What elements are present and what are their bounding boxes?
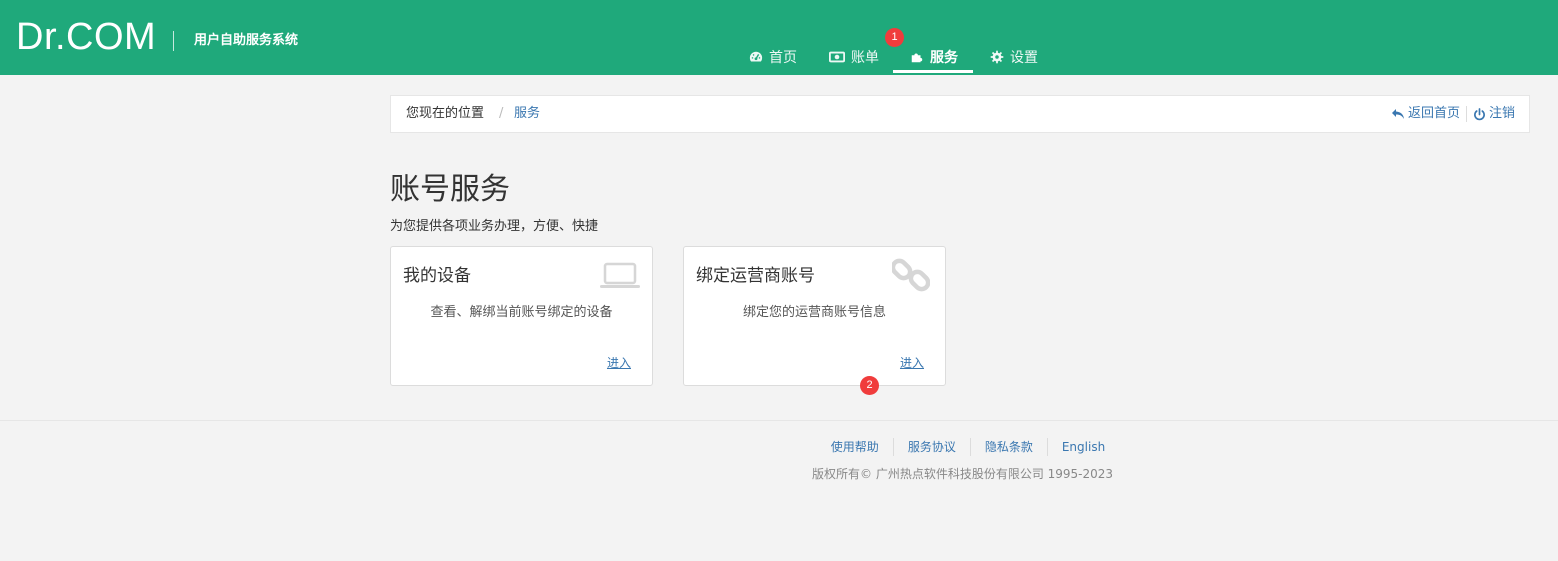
top-header: Dr.COM 用户自助服务系统 首页 账单 服务 设置 1 bbox=[0, 0, 1558, 75]
logo[interactable]: Dr.COM bbox=[16, 14, 156, 60]
nav-service[interactable]: 服务 bbox=[910, 40, 958, 73]
page-title: 账号服务 bbox=[390, 172, 510, 207]
nav-settings[interactable]: 设置 bbox=[990, 40, 1038, 73]
puzzle-icon bbox=[911, 53, 923, 62]
power-icon bbox=[1474, 107, 1485, 120]
nav-settings-label: 设置 bbox=[1010, 49, 1038, 66]
nav-service-label: 服务 bbox=[930, 49, 958, 66]
system-subtitle: 用户自助服务系统 bbox=[194, 33, 299, 48]
laptop-icon bbox=[600, 262, 640, 288]
card-my-devices[interactable]: 我的设备 查看、解绑当前账号绑定的设备 进入 bbox=[390, 246, 653, 386]
back-home-link[interactable]: 返回首页 bbox=[1391, 105, 1460, 123]
nav-bill-label: 账单 bbox=[851, 49, 879, 66]
nav-bill[interactable]: 账单 bbox=[829, 40, 879, 73]
step-badge-1: 1 bbox=[885, 28, 904, 47]
footer-link-terms[interactable]: 服务协议 bbox=[892, 438, 970, 456]
money-icon bbox=[829, 51, 845, 62]
footer-links: 使用帮助 服务协议 隐私条款 English bbox=[0, 438, 1558, 456]
nav-home-label: 首页 bbox=[769, 49, 797, 66]
enter-link[interactable]: 进入 bbox=[900, 355, 924, 371]
reply-icon bbox=[1391, 109, 1404, 119]
logout-link[interactable]: 注销 bbox=[1473, 105, 1515, 123]
card-description: 查看、解绑当前账号绑定的设备 bbox=[430, 305, 613, 320]
breadcrumb-current[interactable]: 服务 bbox=[514, 105, 540, 123]
breadcrumb: 您现在的位置 / 服务 返回首页 注销 bbox=[390, 95, 1530, 133]
footer-link-english[interactable]: English bbox=[1046, 438, 1119, 456]
card-title: 绑定运营商账号 bbox=[696, 266, 815, 286]
action-divider bbox=[1465, 106, 1467, 122]
breadcrumb-separator: / bbox=[499, 106, 504, 121]
footer-link-help[interactable]: 使用帮助 bbox=[817, 438, 893, 456]
page-description: 为您提供各项业务办理，方便、快捷 bbox=[390, 219, 599, 234]
logo-divider bbox=[173, 31, 174, 51]
enter-link[interactable]: 进入 bbox=[607, 355, 631, 371]
gear-icon bbox=[990, 50, 1004, 63]
footer-divider bbox=[0, 420, 1558, 421]
logout-label: 注销 bbox=[1488, 106, 1515, 121]
card-description: 绑定您的运营商账号信息 bbox=[742, 305, 886, 320]
back-home-label: 返回首页 bbox=[1407, 106, 1460, 121]
nav-active-indicator bbox=[893, 70, 973, 73]
card-bind-carrier[interactable]: 绑定运营商账号 绑定您的运营商账号信息 进入 bbox=[683, 246, 946, 386]
breadcrumb-prefix: 您现在的位置 bbox=[406, 106, 485, 121]
card-title: 我的设备 bbox=[403, 266, 471, 286]
footer-link-privacy[interactable]: 隐私条款 bbox=[969, 438, 1047, 456]
copyright: 版权所有© 广州热点软件科技股份有限公司 1995-2023 bbox=[812, 467, 1114, 481]
nav-home[interactable]: 首页 bbox=[749, 40, 797, 73]
step-badge-2: 2 bbox=[860, 376, 879, 395]
dashboard-icon bbox=[749, 51, 763, 62]
link-icon bbox=[892, 258, 930, 292]
breadcrumb-actions: 返回首页 注销 bbox=[1391, 105, 1515, 123]
